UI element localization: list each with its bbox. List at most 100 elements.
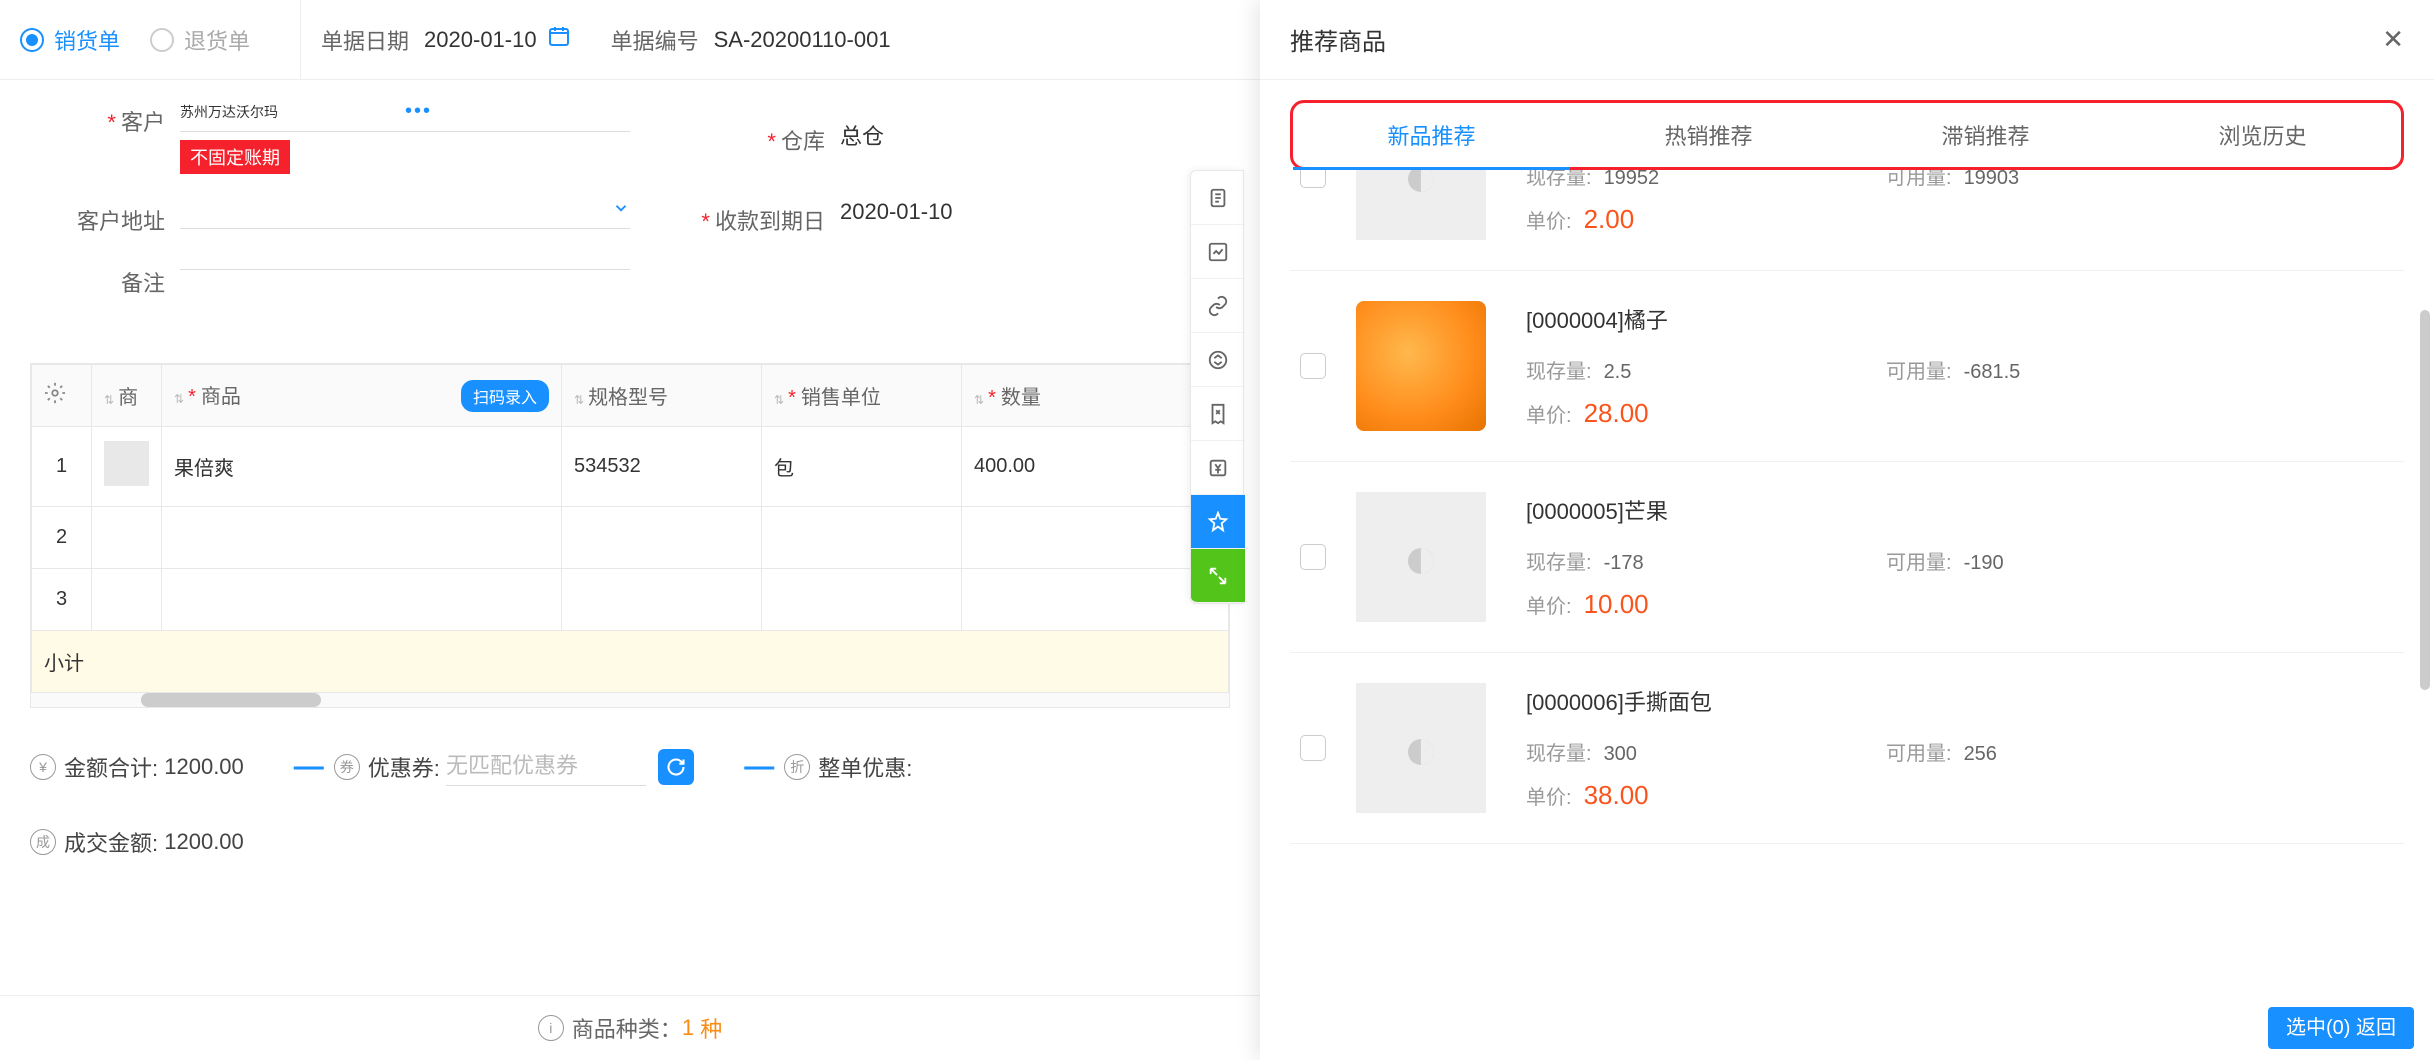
- doc-no-value: SA-20200110-001: [714, 27, 891, 53]
- row-unit[interactable]: [762, 569, 962, 631]
- rec-item-stock: 300: [1604, 743, 1637, 765]
- col-spec-header[interactable]: 规格型号: [588, 387, 668, 409]
- row-unit[interactable]: [762, 507, 962, 569]
- row-product[interactable]: [162, 569, 562, 631]
- close-icon[interactable]: ✕: [2382, 24, 2404, 55]
- calendar-icon[interactable]: [547, 24, 571, 55]
- rec-item-checkbox[interactable]: [1300, 353, 1326, 379]
- sales-order-form: 销货单 退货单 单据日期 2020-01-10 单据编号 SA-20200110…: [0, 0, 1260, 1060]
- radio-unchecked-icon: [150, 28, 174, 52]
- col-img-header[interactable]: 商: [118, 387, 138, 409]
- recommendation-panel: 推荐商品 ✕ 新品推荐 热销推荐 滞销推荐 浏览历史 ◐ 250ml 现存量:1…: [1260, 0, 2434, 1060]
- scan-input-button[interactable]: 扫码录入: [461, 380, 549, 412]
- amount-total-value: 1200.00: [164, 754, 244, 780]
- row-thumb: [92, 507, 162, 569]
- col-unit-header[interactable]: 销售单位: [801, 387, 881, 409]
- rec-item-price: 28.00: [1584, 398, 1649, 428]
- coupon-icon: 券: [334, 754, 360, 780]
- row-qty[interactable]: [962, 507, 1229, 569]
- rec-tab-history[interactable]: 浏览历史: [2124, 103, 2401, 167]
- rec-item-avail: 19903: [1964, 170, 2020, 189]
- rec-item[interactable]: ◐ [0000005]芒果 现存量:-178 可用量:-190 单价:10.00: [1290, 462, 2404, 653]
- tab-return-label: 退货单: [184, 24, 250, 56]
- tab-return-order[interactable]: 退货单: [150, 24, 250, 56]
- rec-list[interactable]: ◐ 250ml 现存量:19952 可用量:19903 单价:2.00 [000…: [1260, 170, 2434, 1060]
- row-qty[interactable]: [962, 569, 1229, 631]
- payment-due-label: 收款到期日: [715, 209, 825, 234]
- rec-item-title: [0000006]手撕面包: [1526, 685, 2394, 717]
- row-spec[interactable]: [562, 507, 762, 569]
- row-thumb: [92, 427, 162, 507]
- table-row[interactable]: 3: [32, 569, 1229, 631]
- row-unit[interactable]: 包: [762, 427, 962, 507]
- rec-item-stock: 2.5: [1604, 361, 1632, 383]
- select-return-button[interactable]: 选中(0) 返回: [2268, 1007, 2414, 1049]
- customer-picker-icon[interactable]: •••: [405, 100, 630, 123]
- rec-item-checkbox[interactable]: [1300, 735, 1326, 761]
- rec-item-info: [0000004]橘子 现存量:2.5 可用量:-681.5 单价:28.00: [1526, 303, 2394, 429]
- table-row[interactable]: 1 果倍爽 534532 包 400.00: [32, 427, 1229, 507]
- remark-field: 备注: [30, 261, 630, 298]
- warehouse-field: *仓库 总仓: [690, 119, 884, 156]
- rec-item[interactable]: ◐ 250ml 现存量:19952 可用量:19903 单价:2.00: [1290, 170, 2404, 271]
- minus-icon: —: [294, 750, 324, 784]
- toolbar-link-icon[interactable]: [1191, 279, 1245, 333]
- rec-item-thumb: ◐: [1356, 683, 1486, 813]
- gear-icon[interactable]: [44, 387, 66, 409]
- payment-due-value[interactable]: 2020-01-10: [840, 199, 953, 225]
- rec-item[interactable]: [0000004]橘子 现存量:2.5 可用量:-681.5 单价:28.00: [1290, 271, 2404, 462]
- rec-tab-new[interactable]: 新品推荐: [1293, 103, 1570, 170]
- rec-item-stock: -178: [1604, 552, 1644, 574]
- customer-value[interactable]: 苏州万达沃尔玛: [180, 102, 405, 122]
- rec-panel-title: 推荐商品: [1290, 22, 1386, 57]
- row-spec[interactable]: [562, 569, 762, 631]
- address-label: 客户地址: [77, 209, 165, 234]
- coupon-input[interactable]: 无匹配优惠券: [446, 748, 646, 786]
- rec-item-thumb: [1356, 301, 1486, 431]
- rec-tab-slow[interactable]: 滞销推荐: [1847, 103, 2124, 167]
- row-index: 2: [32, 507, 92, 569]
- col-product-header[interactable]: 商品: [201, 386, 241, 408]
- row-spec[interactable]: 534532: [562, 427, 762, 507]
- refresh-coupon-button[interactable]: [658, 749, 694, 785]
- toolbar-doc-icon[interactable]: [1191, 171, 1245, 225]
- rec-item-avail: -190: [1964, 552, 2004, 574]
- warehouse-value[interactable]: 总仓: [840, 119, 884, 151]
- rec-item[interactable]: ◐ [0000006]手撕面包 现存量:300 可用量:256 单价:38.00: [1290, 653, 2404, 844]
- rec-item-stock: 19952: [1604, 170, 1660, 189]
- rec-item-checkbox[interactable]: [1300, 544, 1326, 570]
- table-row[interactable]: 2: [32, 507, 1229, 569]
- horizontal-scrollbar[interactable]: [31, 693, 1229, 707]
- tab-sales-order[interactable]: 销货单: [20, 24, 120, 56]
- rec-item-price: 2.00: [1584, 204, 1635, 234]
- side-toolbar: [1190, 170, 1244, 604]
- row-product[interactable]: 果倍爽: [162, 427, 562, 507]
- subtotal-row: 小计: [32, 631, 1229, 693]
- address-select[interactable]: [180, 199, 630, 229]
- minus-icon: —: [744, 750, 774, 784]
- rec-item-price: 38.00: [1584, 780, 1649, 810]
- doc-date-value[interactable]: 2020-01-10: [424, 27, 537, 53]
- vertical-scrollbar[interactable]: [2420, 310, 2430, 690]
- yen-icon: ¥: [30, 754, 56, 780]
- tab-sales-label: 销货单: [54, 24, 120, 56]
- toolbar-receipt-icon[interactable]: [1191, 387, 1245, 441]
- toolbar-chart-icon[interactable]: [1191, 225, 1245, 279]
- col-qty-header[interactable]: 数量: [1001, 387, 1041, 409]
- radio-checked-icon: [20, 28, 44, 52]
- payment-due-field: *收款到期日 2020-01-10: [690, 199, 953, 236]
- rec-item-info: 250ml 现存量:19952 可用量:19903 单价:2.00: [1526, 170, 2394, 235]
- toolbar-swap-icon[interactable]: [1191, 333, 1245, 387]
- rec-item-checkbox[interactable]: [1300, 170, 1326, 188]
- row-qty[interactable]: 400.00: [962, 427, 1229, 507]
- rec-item-info: [0000006]手撕面包 现存量:300 可用量:256 单价:38.00: [1526, 685, 2394, 811]
- top-tabs: 销货单 退货单 单据日期 2020-01-10 单据编号 SA-20200110…: [0, 0, 1260, 80]
- toolbar-expand-icon[interactable]: [1191, 549, 1245, 603]
- rec-tab-hot[interactable]: 热销推荐: [1570, 103, 1847, 167]
- toolbar-currency-icon[interactable]: [1191, 441, 1245, 495]
- info-icon: i: [538, 1015, 564, 1041]
- doc-no-section: 单据编号 SA-20200110-001: [591, 24, 921, 56]
- row-product[interactable]: [162, 507, 562, 569]
- toolbar-star-icon[interactable]: [1191, 495, 1245, 549]
- doc-date-label: 单据日期: [321, 24, 409, 56]
